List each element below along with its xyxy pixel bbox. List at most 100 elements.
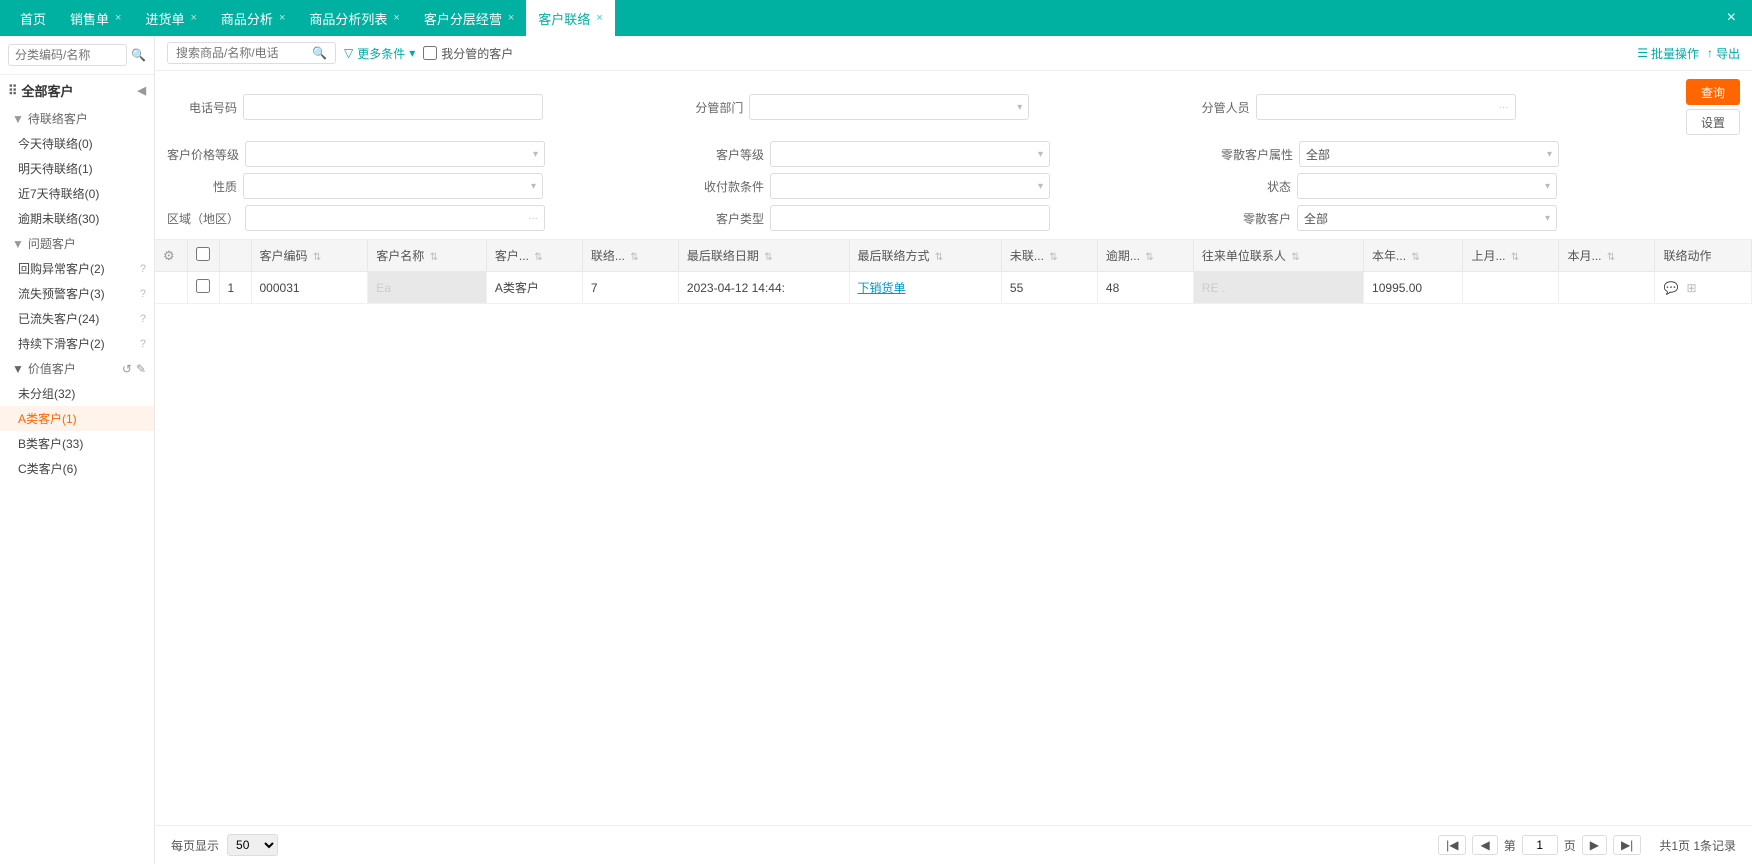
more-filter-button[interactable]: ▽ 更多条件 ▾ <box>344 45 415 62</box>
customer-type-select[interactable] <box>770 205 1050 231</box>
retail-attr-select[interactable]: 全部 ▾ <box>1299 141 1559 167</box>
close-product-analysis-list-icon[interactable]: × <box>393 12 399 24</box>
filter-retail-customer: 零散客户 全部 ▾ <box>1221 205 1740 231</box>
sidebar-item-class-b[interactable]: B类客户(33) <box>0 431 154 456</box>
sidebar-item-already-lost[interactable]: 已流失客户(24) ? <box>0 306 154 331</box>
row-last-contact-date: 2023-04-12 14:44: <box>678 272 849 304</box>
my-customer-checkbox-area[interactable]: 我分管的客户 <box>423 45 513 62</box>
retail-customer-select[interactable]: 全部 ▾ <box>1297 205 1557 231</box>
arrow-down-icon: ▼ <box>12 112 24 126</box>
sidebar-item-near7-pending[interactable]: 近7天待联络(0) <box>0 181 154 206</box>
sidebar-item-today-pending[interactable]: 今天待联络(0) <box>0 131 154 156</box>
top-navigation: 首页 销售单 × 进货单 × 商品分析 × 商品分析列表 × 客户分层经营 × … <box>0 0 1752 36</box>
row-select-checkbox[interactable] <box>196 279 210 293</box>
close-all-button[interactable]: × <box>1719 9 1744 27</box>
sort-unit-contact-icon[interactable]: ⇅ <box>1291 252 1299 263</box>
area-label: 区域（地区） <box>167 210 239 227</box>
payment-arrow-icon: ▾ <box>1038 181 1043 192</box>
sort-date-icon[interactable]: ⇅ <box>764 252 772 263</box>
sort-this-year-icon[interactable]: ⇅ <box>1411 252 1419 263</box>
filter-icon: ▽ <box>344 46 353 60</box>
toolbar-right: ☰ 批量操作 ↑ 导出 <box>1637 45 1740 62</box>
refresh-icon[interactable]: ↺ <box>122 362 132 376</box>
sort-overdue-icon[interactable]: ⇅ <box>1145 252 1153 263</box>
dept-select[interactable]: ▾ <box>749 94 1029 120</box>
close-sales-icon[interactable]: × <box>115 12 121 24</box>
sidebar-item-repurchase-abnormal[interactable]: 回购异常客户(2) ? <box>0 256 154 281</box>
my-customer-checkbox[interactable] <box>423 46 437 60</box>
page-suffix: 页 <box>1564 837 1576 854</box>
phone-input[interactable] <box>243 94 543 120</box>
sidebar-item-lost-prewarning[interactable]: 流失预警客户(3) ? <box>0 281 154 306</box>
nav-product-analysis-list[interactable]: 商品分析列表 × <box>297 0 411 36</box>
close-customer-contact-icon[interactable]: × <box>596 12 602 24</box>
sort-no-contact-icon[interactable]: ⇅ <box>1049 252 1057 263</box>
sort-last-month-icon[interactable]: ⇅ <box>1511 252 1519 263</box>
sidebar-item-overdue-pending[interactable]: 逾期未联络(30) <box>0 206 154 231</box>
edit-icon[interactable]: ✎ <box>136 362 146 376</box>
filter-row-4: 区域（地区） ··· 客户类型 零散客户 全部 ▾ <box>167 205 1740 231</box>
sidebar-item-tomorrow-pending[interactable]: 明天待联络(1) <box>0 156 154 181</box>
nature-select[interactable]: ▾ <box>243 173 543 199</box>
table-settings-icon[interactable]: ⚙ <box>163 248 175 263</box>
sort-category-icon[interactable]: ⇅ <box>534 252 542 263</box>
sidebar-search-icon[interactable]: 🔍 <box>131 48 146 62</box>
sidebar-search-input[interactable] <box>8 44 127 66</box>
value-customers-group: ▼ 价值客户 ↺ ✎ <box>0 356 154 381</box>
price-level-select[interactable]: ▾ <box>245 141 545 167</box>
page-number-input[interactable] <box>1522 835 1558 855</box>
area-select[interactable]: ··· <box>245 205 545 231</box>
retail-customer-label: 零散客户 <box>1221 210 1291 227</box>
col-category: 客户... ⇅ <box>486 240 582 272</box>
col-name: 客户名称 ⇅ <box>368 240 487 272</box>
sort-name-icon[interactable]: ⇅ <box>430 252 438 263</box>
person-select[interactable]: ··· <box>1256 94 1516 120</box>
filter-payment: 收付款条件 ▾ <box>694 173 1213 199</box>
main-search-icon[interactable]: 🔍 <box>312 46 327 60</box>
sort-this-month-icon[interactable]: ⇅ <box>1607 252 1615 263</box>
last-contact-method-link[interactable]: 下销货单 <box>858 281 906 295</box>
chat-icon[interactable]: 💬 <box>1663 281 1678 295</box>
first-page-button[interactable]: |◀ <box>1438 835 1466 855</box>
close-purchase-icon[interactable]: × <box>190 12 196 24</box>
select-all-checkbox[interactable] <box>196 247 210 261</box>
close-product-analysis-icon[interactable]: × <box>279 12 285 24</box>
settings-button[interactable]: 设置 <box>1686 109 1740 135</box>
prev-page-button[interactable]: ◀ <box>1472 835 1497 855</box>
sidebar-item-class-c[interactable]: C类客户(6) <box>0 456 154 481</box>
sidebar-item-keep-declining[interactable]: 持续下滑客户(2) ? <box>0 331 154 356</box>
nav-sales[interactable]: 销售单 × <box>58 0 133 36</box>
last-page-button[interactable]: ▶| <box>1613 835 1641 855</box>
close-customer-segment-icon[interactable]: × <box>508 12 514 24</box>
sidebar-item-class-a[interactable]: A类客户(1) <box>0 406 154 431</box>
action-buttons: 查询 设置 <box>1686 79 1740 135</box>
sort-code-icon[interactable]: ⇅ <box>313 252 321 263</box>
sidebar-collapse-icon[interactable]: ◀ <box>138 84 146 97</box>
col-unit-contact: 往来单位联系人 ⇅ <box>1193 240 1363 272</box>
sort-method-icon[interactable]: ⇅ <box>935 252 943 263</box>
nav-product-analysis[interactable]: 商品分析 × <box>209 0 297 36</box>
sort-contact-icon[interactable]: ⇅ <box>630 252 638 263</box>
status-select[interactable]: ▾ <box>1297 173 1557 199</box>
all-customers-header[interactable]: ⠿ 全部客户 ◀ <box>0 75 154 106</box>
filter-row-3: 性质 ▾ 收付款条件 ▾ 状态 <box>167 173 1740 199</box>
customer-level-select[interactable]: ▾ <box>770 141 1050 167</box>
export-button[interactable]: ↑ 导出 <box>1707 45 1740 62</box>
sidebar-item-unclassified[interactable]: 未分组(32) <box>0 381 154 406</box>
query-button[interactable]: 查询 <box>1686 79 1740 105</box>
filter-customer-type: 客户类型 <box>694 205 1213 231</box>
nav-home[interactable]: 首页 <box>8 0 58 36</box>
batch-operation-button[interactable]: ☰ 批量操作 <box>1637 45 1699 62</box>
main-search-input[interactable] <box>176 46 306 60</box>
page-size-select[interactable]: 50 100 200 <box>227 834 278 856</box>
payment-select[interactable]: ▾ <box>770 173 1050 199</box>
nav-customer-contact[interactable]: 客户联络 × <box>526 0 614 36</box>
batch-op-icon: ☰ <box>1637 46 1648 60</box>
qr-icon[interactable]: ⊞ <box>1686 281 1696 295</box>
payment-label: 收付款条件 <box>694 178 764 195</box>
nav-purchase[interactable]: 进货单 × <box>133 0 208 36</box>
sidebar-search-area: 🔍 <box>0 36 154 75</box>
next-page-button[interactable]: ▶ <box>1582 835 1607 855</box>
nav-customer-segment[interactable]: 客户分层经营 × <box>412 0 526 36</box>
page-size-label: 每页显示 <box>171 837 219 854</box>
